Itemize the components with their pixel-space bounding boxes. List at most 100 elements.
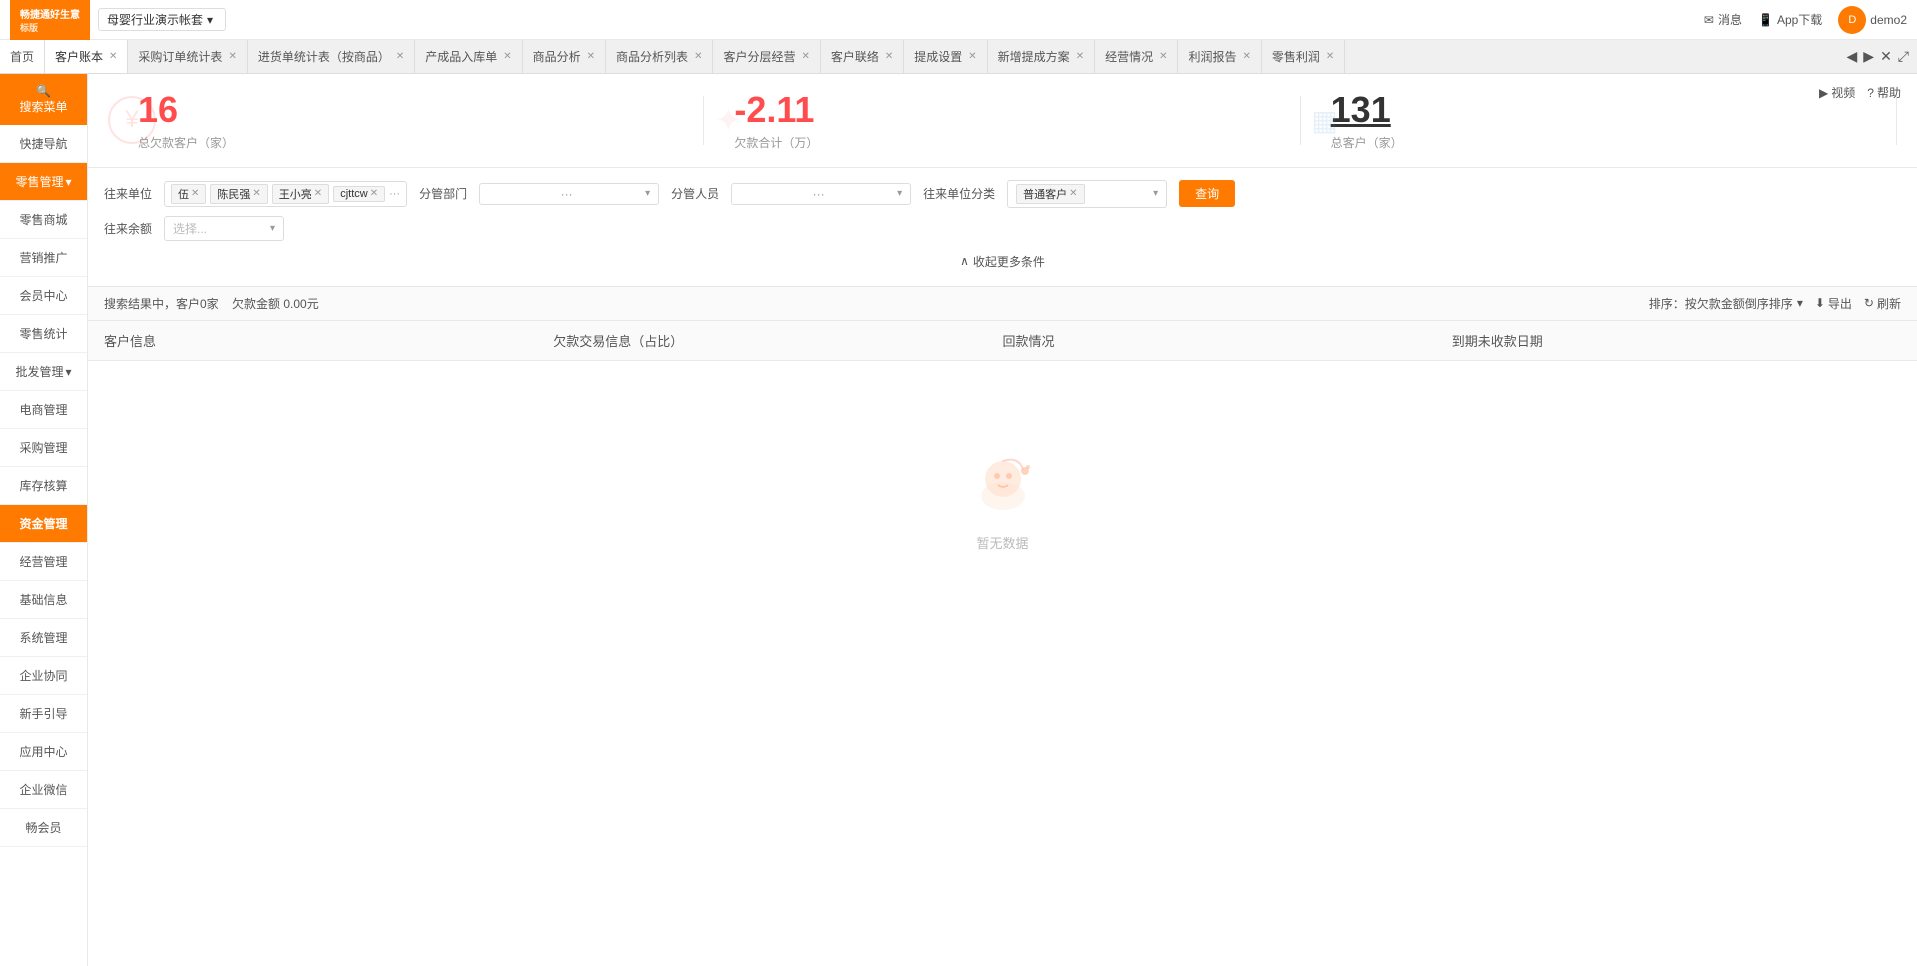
result-text: 搜索结果中，客户0家 — [104, 297, 219, 311]
tab-new-commission-close[interactable]: ✕ — [1076, 51, 1084, 62]
sidebar-item-basic-info[interactable]: 基础信息 — [0, 581, 87, 619]
tab-profit-report[interactable]: 利润报告 ✕ — [1178, 40, 1261, 74]
sidebar-item-wechat[interactable]: 企业微信 — [0, 771, 87, 809]
sidebar-item-system[interactable]: 系统管理 — [0, 619, 87, 657]
sidebar-item-inventory[interactable]: 库存核算 — [0, 467, 87, 505]
video-help: ▶ 视频 ? 帮助 — [1819, 84, 1901, 101]
app-download-tool[interactable]: 📱 App下载 — [1758, 11, 1822, 28]
chevron-down-icon: ▾ — [207, 13, 213, 27]
sidebar-item-member[interactable]: 会员中心 — [0, 277, 87, 315]
tab-close-all-icon[interactable]: ✕ — [1880, 48, 1892, 65]
tab-finished-goods-close[interactable]: ✕ — [503, 51, 511, 62]
sidebar-item-chang-member[interactable]: 畅会员 — [0, 809, 87, 847]
sidebar-search[interactable]: 🔍 搜索菜单 — [0, 74, 87, 125]
sidebar-item-inventory-label: 库存核算 — [19, 479, 67, 493]
export-button[interactable]: ⬇ 导出 — [1815, 295, 1852, 312]
stat-block-customers: ¥ 16 总欠款客户（家） — [108, 90, 704, 151]
filter-row-1: 往来单位 伍 ✕ 陈民强 ✕ 王小亮 ✕ cjttcw — [104, 180, 1901, 208]
sidebar-item-operations[interactable]: 经营管理 — [0, 543, 87, 581]
top-right-tools: ✉ 消息 📱 App下载 D demo2 — [1704, 6, 1907, 34]
sidebar-item-beginner-label: 新手引导 — [19, 707, 67, 721]
tab-retail-profit-close[interactable]: ✕ — [1326, 51, 1334, 62]
tab-operations[interactable]: 经营情况 ✕ — [1095, 40, 1178, 74]
unit-class-tag-close[interactable]: ✕ — [1069, 188, 1077, 199]
sidebar-item-purchase[interactable]: 采购管理 — [0, 429, 87, 467]
unit-filter-tags[interactable]: 伍 ✕ 陈民强 ✕ 王小亮 ✕ cjttcw ✕ ··· — [164, 181, 407, 207]
tab-controls: ◀ ▶ ✕ ⤢ — [1839, 48, 1917, 65]
sidebar-item-retail-stats-label: 零售统计 — [19, 327, 67, 341]
tab-commission-settings-close[interactable]: ✕ — [968, 51, 976, 62]
help-icon: ? — [1867, 86, 1874, 100]
sidebar-item-quick-nav[interactable]: 快捷导航 — [0, 125, 87, 163]
message-icon: ✉ — [1704, 13, 1714, 27]
sidebar-item-beginner[interactable]: 新手引导 — [0, 695, 87, 733]
col-due-date: 到期未收款日期 — [1452, 331, 1901, 350]
tag-more-icon[interactable]: ··· — [389, 188, 400, 200]
video-link[interactable]: ▶ 视频 — [1819, 84, 1855, 101]
tab-new-commission[interactable]: 新增提成方案 ✕ — [988, 40, 1095, 74]
tab-product-analysis-label: 商品分析 — [533, 48, 581, 65]
tab-expand-icon[interactable]: ⤢ — [1898, 48, 1909, 65]
tab-customer-ledger[interactable]: 客户账本 ✕ — [45, 40, 128, 74]
sidebar-item-purchase-label: 采购管理 — [19, 441, 67, 455]
account-selector[interactable]: 母婴行业演示帐套 ▾ — [98, 8, 226, 31]
user-avatar[interactable]: D demo2 — [1838, 6, 1907, 34]
dept-select[interactable]: ··· ▾ — [479, 183, 659, 205]
play-icon: ▶ — [1819, 86, 1828, 100]
tab-customer-layer[interactable]: 客户分层经营 ✕ — [713, 40, 820, 74]
sidebar-item-retail-store[interactable]: 零售商城 — [0, 201, 87, 239]
tab-home[interactable]: 首页 — [0, 40, 45, 74]
export-label: 导出 — [1828, 295, 1852, 312]
tab-purchase-order[interactable]: 采购订单统计表 ✕ — [128, 40, 247, 74]
sidebar-item-ecommerce[interactable]: 电商管理 — [0, 391, 87, 429]
filter-row-2: 往来余额 选择... ▾ — [104, 216, 1901, 241]
unit-class-select[interactable]: 普通客户 ✕ ▾ — [1007, 180, 1167, 208]
tab-commission-settings[interactable]: 提成设置 ✕ — [904, 40, 987, 74]
sidebar-search-label: 搜索菜单 — [0, 98, 87, 115]
tab-product-analysis[interactable]: 商品分析 ✕ — [523, 40, 606, 74]
sidebar-item-enterprise[interactable]: 企业协同 — [0, 657, 87, 695]
balance-select[interactable]: 选择... ▾ — [164, 216, 284, 241]
tab-finished-goods[interactable]: 产成品入库单 ✕ — [415, 40, 522, 74]
tab-customer-contact[interactable]: 客户联络 ✕ — [821, 40, 904, 74]
tab-operations-label: 经营情况 — [1105, 48, 1153, 65]
tag-chen-label: 陈民强 — [217, 186, 250, 202]
tab-product-list[interactable]: 商品分析列表 ✕ — [606, 40, 713, 74]
tab-retail-profit[interactable]: 零售利润 ✕ — [1262, 40, 1345, 74]
tab-operations-close[interactable]: ✕ — [1159, 51, 1167, 62]
tag-cjttcw-close[interactable]: ✕ — [370, 188, 378, 199]
sidebar-item-enterprise-label: 企业协同 — [19, 669, 67, 683]
refresh-button[interactable]: ↻ 刷新 — [1864, 295, 1901, 312]
search-icon: 🔍 — [36, 84, 51, 98]
tag-chen-close[interactable]: ✕ — [252, 188, 260, 199]
sidebar-item-finance[interactable]: 资金管理 — [0, 505, 87, 543]
tag-wu-close[interactable]: ✕ — [191, 188, 199, 199]
sidebar-item-app-center[interactable]: 应用中心 — [0, 733, 87, 771]
query-button[interactable]: 查询 — [1179, 180, 1235, 207]
sort-select[interactable]: 排序：按欠款金额倒序排序 ▾ — [1649, 295, 1803, 312]
tab-product-analysis-close[interactable]: ✕ — [587, 51, 595, 62]
tab-next-icon[interactable]: ▶ — [1863, 48, 1874, 65]
message-label: 消息 — [1718, 11, 1742, 28]
person-dots: ··· — [813, 187, 825, 201]
tab-product-list-close[interactable]: ✕ — [694, 51, 702, 62]
tab-customer-layer-close[interactable]: ✕ — [801, 51, 809, 62]
tab-customer-contact-close[interactable]: ✕ — [885, 51, 893, 62]
tab-inbound-stats-close[interactable]: ✕ — [396, 51, 404, 62]
sidebar-item-retail[interactable]: 零售管理 ▾ — [0, 163, 87, 201]
message-tool[interactable]: ✉ 消息 — [1704, 11, 1742, 28]
sidebar-item-marketing[interactable]: 营销推广 — [0, 239, 87, 277]
tab-customer-ledger-close[interactable]: ✕ — [109, 51, 117, 62]
sidebar-item-retail-stats[interactable]: 零售统计 — [0, 315, 87, 353]
tab-profit-report-close[interactable]: ✕ — [1243, 51, 1251, 62]
tag-wu: 伍 ✕ — [171, 184, 206, 204]
empty-state: 暂无数据 — [88, 361, 1917, 632]
tab-purchase-order-close[interactable]: ✕ — [228, 51, 236, 62]
help-link[interactable]: ? 帮助 — [1867, 84, 1901, 101]
person-select[interactable]: ··· ▾ — [731, 183, 911, 205]
tab-inbound-stats[interactable]: 进货单统计表（按商品） ✕ — [248, 40, 415, 74]
sidebar-item-wholesale[interactable]: 批发管理 ▾ — [0, 353, 87, 391]
collapse-button[interactable]: ∧ 收起更多条件 — [104, 249, 1901, 274]
tag-wang-close[interactable]: ✕ — [314, 188, 322, 199]
tab-prev-icon[interactable]: ◀ — [1847, 48, 1858, 65]
